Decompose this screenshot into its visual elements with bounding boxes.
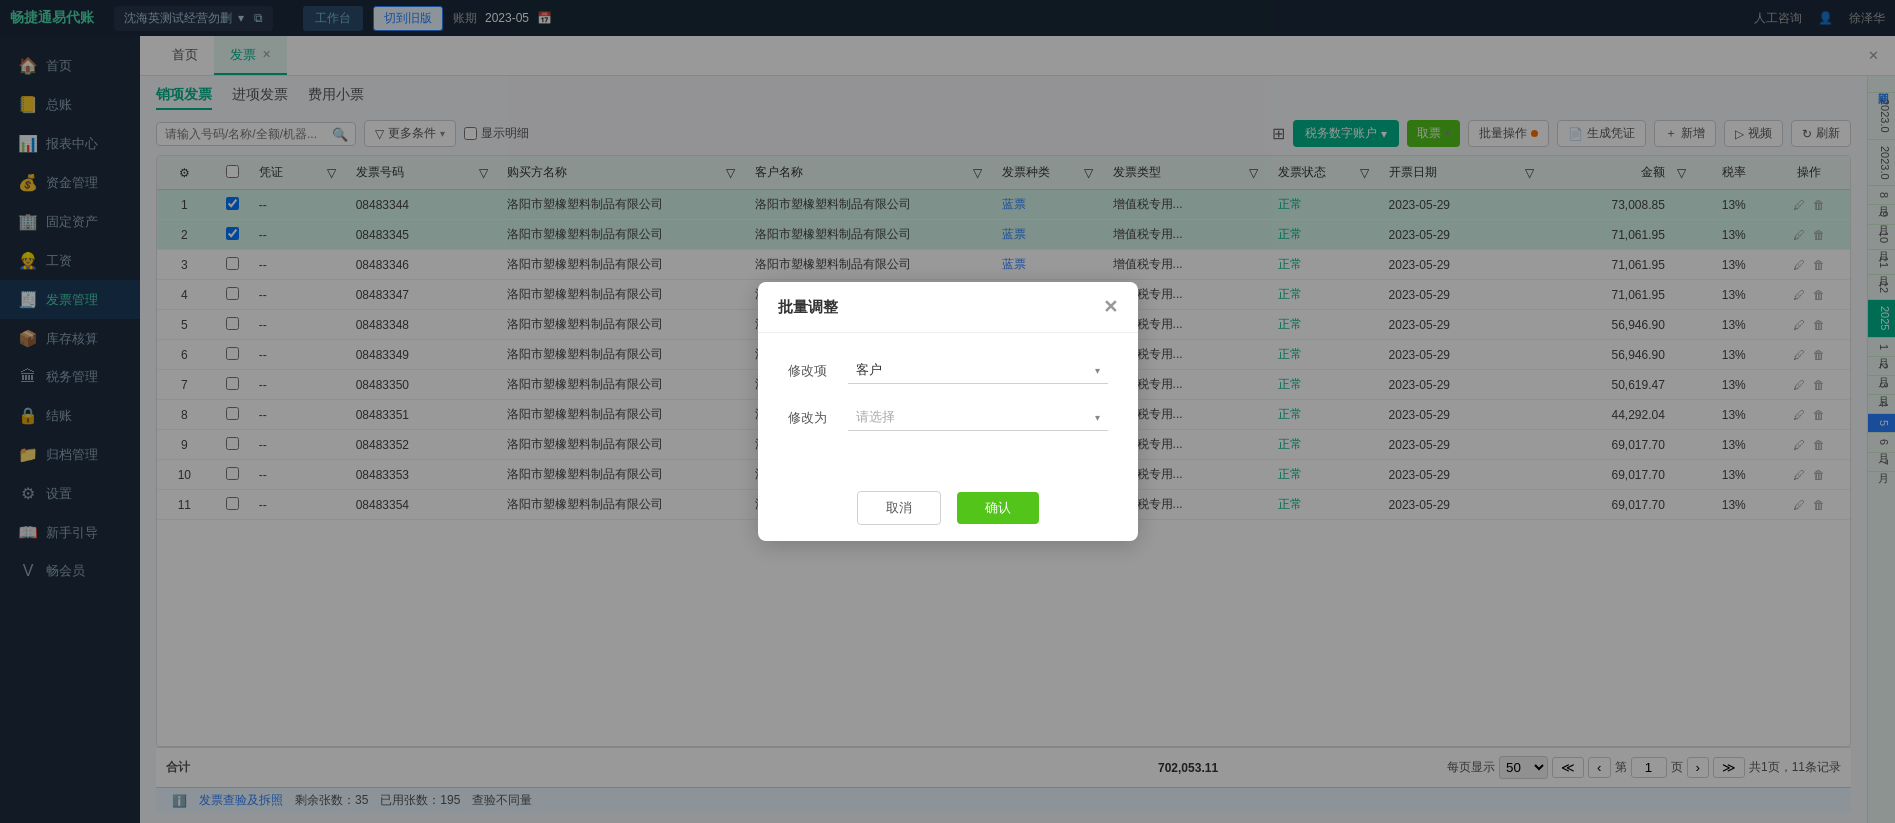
modal-title: 批量调整: [778, 298, 838, 317]
modify-value-select[interactable]: 请选择 ▾: [848, 404, 1108, 431]
modify-field-select[interactable]: 客户 ▾: [848, 357, 1108, 384]
modal-overlay: 批量调整 ✕ 修改项 客户 ▾ 修改为 请选择 ▾ 取消 确认: [0, 0, 1895, 823]
modify-field-row: 修改项 客户 ▾: [788, 357, 1108, 384]
modify-value-row: 修改为 请选择 ▾: [788, 404, 1108, 431]
batch-adjust-modal: 批量调整 ✕ 修改项 客户 ▾ 修改为 请选择 ▾ 取消 确认: [758, 282, 1138, 541]
modify-value-label: 修改为: [788, 409, 848, 427]
modify-field-label: 修改项: [788, 362, 848, 380]
modal-header: 批量调整 ✕: [758, 282, 1138, 333]
modify-value-placeholder: 请选择: [856, 408, 895, 426]
modal-footer: 取消 确认: [758, 475, 1138, 541]
cancel-button[interactable]: 取消: [857, 491, 941, 525]
modify-field-value: 客户: [856, 361, 882, 379]
confirm-button[interactable]: 确认: [957, 492, 1039, 524]
modify-value-chevron: ▾: [1095, 412, 1100, 423]
modal-body: 修改项 客户 ▾ 修改为 请选择 ▾: [758, 333, 1138, 475]
modal-close-button[interactable]: ✕: [1103, 296, 1118, 318]
modify-field-chevron: ▾: [1095, 365, 1100, 376]
